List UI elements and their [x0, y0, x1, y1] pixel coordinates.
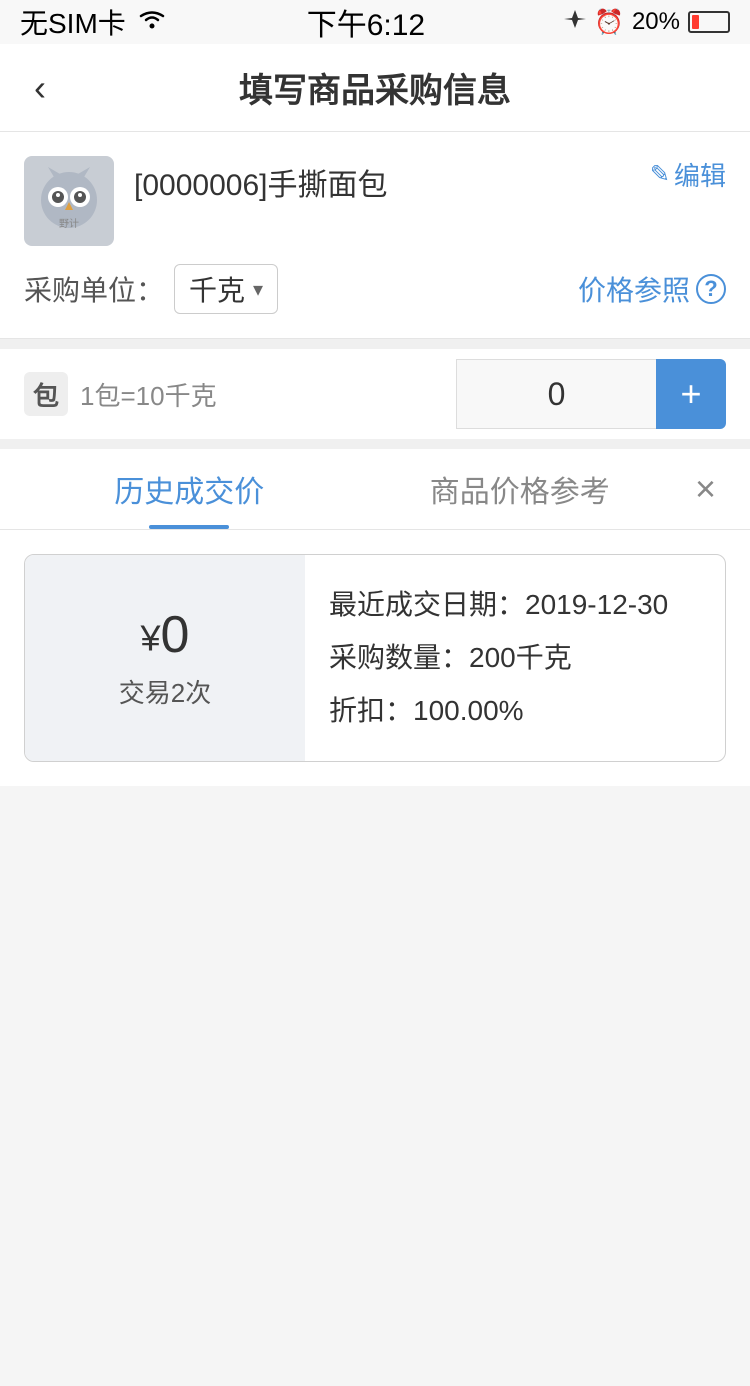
gps-icon: [564, 8, 586, 37]
tab-close-button[interactable]: ×: [685, 458, 726, 520]
status-left: 无SIM卡: [20, 2, 168, 42]
product-info-left: 野计 [0000006]手撕面包: [24, 156, 387, 246]
quantity-plus-button[interactable]: +: [656, 359, 726, 429]
unit-label: 采购单位：: [24, 269, 164, 309]
status-right: ⏰ 20%: [564, 8, 730, 37]
help-icon: ?: [696, 274, 726, 304]
tab-section: 历史成交价 商品价格参考 × ¥0 交易2次 最近成交日期：2019-12-30…: [0, 449, 750, 786]
product-card: 野计 [0000006]手撕面包 ✎ 编辑 采购单位： 千克 ▾ 价格参照: [0, 132, 750, 339]
tab-history[interactable]: 历史成交价: [24, 449, 354, 529]
unit-select[interactable]: 千克 ▾: [174, 264, 278, 314]
tab-price-reference[interactable]: 商品价格参考: [354, 449, 684, 529]
product-logo-icon: 野计: [34, 162, 104, 241]
page-title: 填写商品采购信息: [239, 63, 511, 112]
tab-bar: 历史成交价 商品价格参考 ×: [0, 449, 750, 530]
price-amount: ¥0: [141, 605, 190, 665]
status-bar: 无SIM卡 下午6:12 ⏰ 20%: [0, 0, 750, 44]
unit-badge: 包: [24, 372, 68, 416]
recent-date-row: 最近成交日期：2019-12-30: [329, 585, 701, 624]
quantity-row: 包 1包=10千克 0 +: [24, 349, 726, 439]
discount-row: 折扣：100.00%: [329, 691, 701, 730]
quantity-input[interactable]: 0: [456, 359, 656, 429]
quantity-input-group: 0 +: [456, 359, 726, 429]
price-card-left: ¥0 交易2次: [25, 555, 305, 761]
dropdown-arrow-icon: ▾: [253, 277, 263, 302]
quantity-section: 包 1包=10千克 0 +: [0, 339, 750, 449]
transaction-count: 交易2次: [119, 673, 211, 710]
battery-percent: 20%: [632, 8, 680, 36]
price-card-right: 最近成交日期：2019-12-30 采购数量：200千克 折扣：100.00%: [305, 555, 725, 761]
purchase-qty-row: 采购数量：200千克: [329, 638, 701, 677]
status-time: 下午6:12: [307, 0, 425, 44]
price-card: ¥0 交易2次 最近成交日期：2019-12-30 采购数量：200千克 折扣：…: [24, 554, 726, 762]
product-name: [0000006]手撕面包: [134, 160, 387, 204]
price-card-container: ¥0 交易2次 最近成交日期：2019-12-30 采购数量：200千克 折扣：…: [0, 530, 750, 786]
back-button[interactable]: ‹: [24, 57, 56, 119]
svg-text:野计: 野计: [59, 217, 79, 230]
carrier-text: 无SIM卡: [20, 2, 126, 42]
edit-button[interactable]: ✎ 编辑: [650, 156, 726, 193]
battery-icon: [688, 11, 730, 33]
price-reference-button[interactable]: 价格参照 ?: [578, 269, 726, 309]
wifi-icon: [136, 7, 168, 38]
alarm-icon: ⏰: [594, 8, 624, 37]
empty-area: [0, 786, 750, 1386]
unit-desc: 1包=10千克: [80, 376, 217, 413]
quantity-unit-info: 包 1包=10千克: [24, 372, 217, 416]
edit-icon: ✎: [650, 160, 670, 189]
product-name-group: [0000006]手撕面包: [134, 156, 387, 204]
unit-row-left: 采购单位： 千克 ▾: [24, 264, 278, 314]
nav-bar: ‹ 填写商品采购信息: [0, 44, 750, 132]
product-thumbnail: 野计: [24, 156, 114, 246]
